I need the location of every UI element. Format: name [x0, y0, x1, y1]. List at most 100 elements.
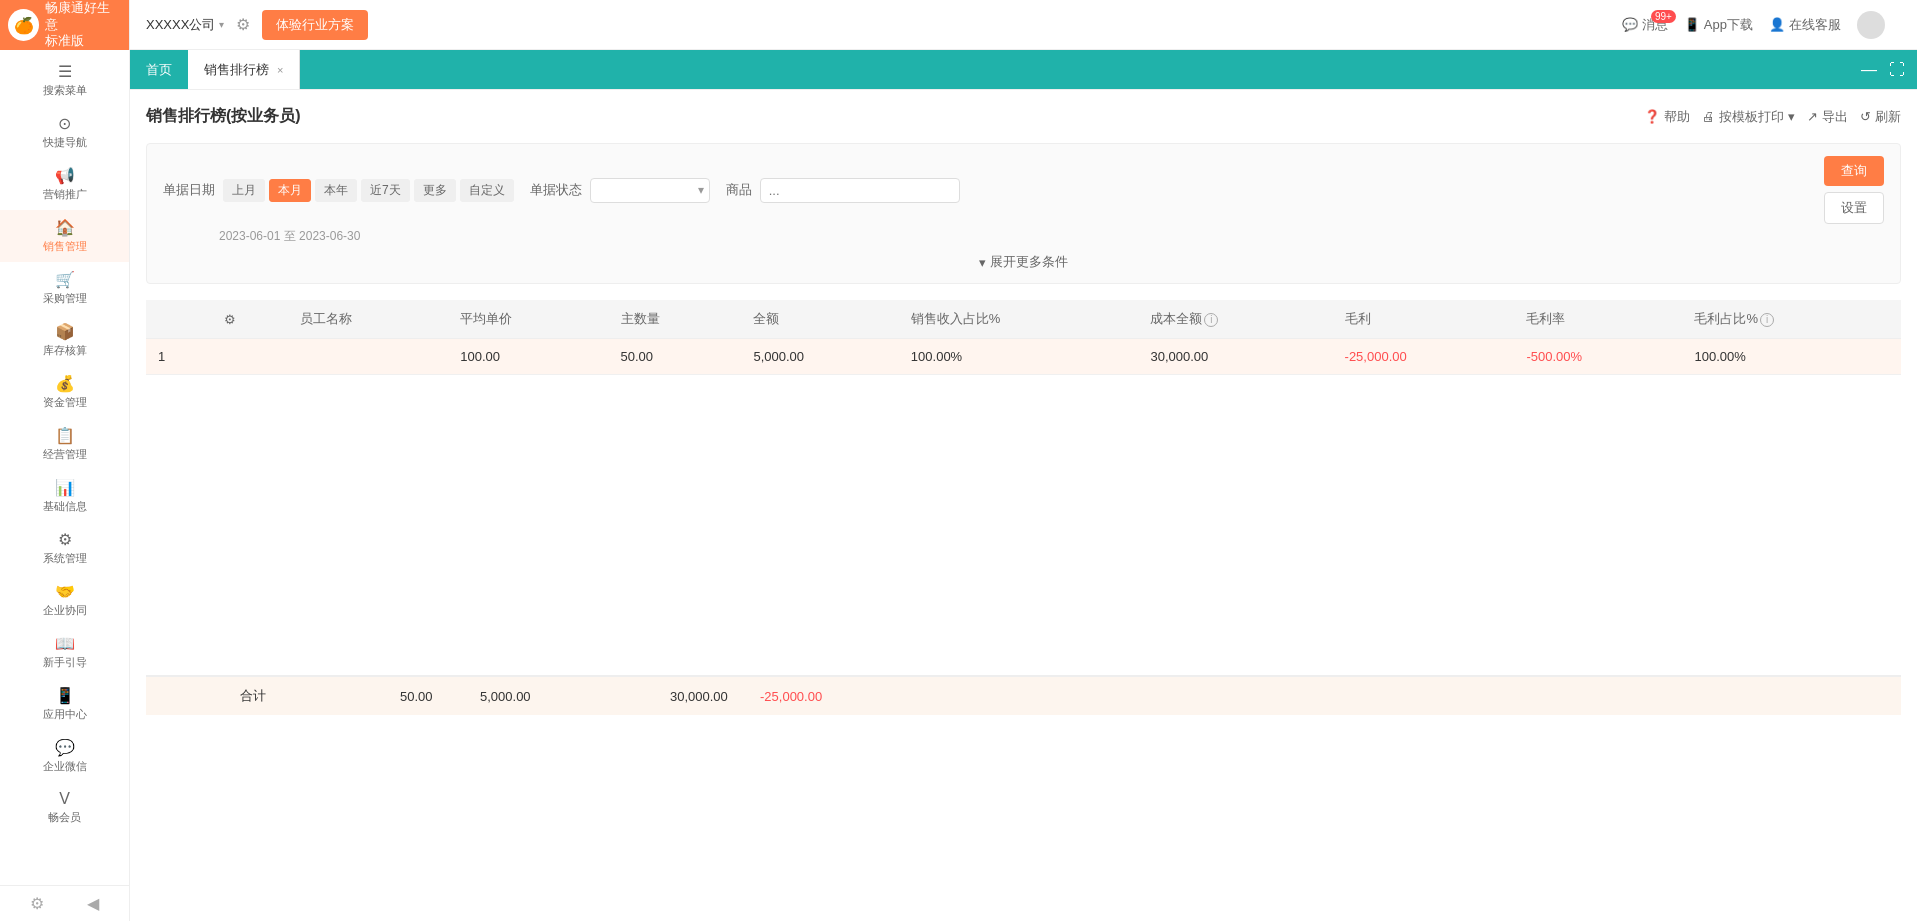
date-option-更多[interactable]: 更多	[414, 179, 456, 202]
date-option-上月[interactable]: 上月	[223, 179, 265, 202]
date-option-自定义[interactable]: 自定义	[460, 179, 514, 202]
print-label: 按模板打印	[1719, 108, 1784, 126]
expand-more-label: 展开更多条件	[990, 253, 1068, 271]
topbar: XXXXX公司 ▾ ⚙ 体验行业方案 💬 消息 99+ 📱 App下载 👤 在线…	[130, 0, 1917, 50]
tab-sales-rank[interactable]: 销售排行榜 ×	[188, 50, 300, 89]
date-option-本年[interactable]: 本年	[315, 179, 357, 202]
sidebar-collapse-icon[interactable]: ◀	[87, 894, 99, 913]
sidebar-label-member: 畅会员	[48, 810, 81, 825]
col-header-settings: ⚙	[212, 300, 288, 339]
help-button[interactable]: ❓ 帮助	[1644, 108, 1690, 126]
main-area: XXXXX公司 ▾ ⚙ 体验行业方案 💬 消息 99+ 📱 App下载 👤 在线…	[130, 0, 1917, 921]
filter-row: 单据日期 上月本月本年近7天更多自定义 单据状态	[163, 156, 1884, 224]
cell-amount: 5,000.00	[741, 339, 898, 375]
status-select[interactable]	[590, 178, 710, 203]
col-settings-icon[interactable]: ⚙	[224, 312, 236, 327]
export-button[interactable]: ↗ 导出	[1807, 108, 1848, 126]
table-body: 1100.0050.005,000.00100.00%30,000.00-25,…	[146, 339, 1901, 375]
print-icon: 🖨	[1702, 109, 1715, 124]
cell-name	[288, 339, 448, 375]
sidebar-item-corp[interactable]: 🤝 企业协同	[0, 574, 129, 626]
col-header-gross: 毛利	[1333, 300, 1515, 339]
date-option-本月[interactable]: 本月	[269, 179, 311, 202]
expand-more-button[interactable]: ▾ 展开更多条件	[979, 253, 1068, 271]
tab-home[interactable]: 首页	[130, 50, 188, 89]
sidebar-item-quicknav[interactable]: ⊙ 快捷导航	[0, 106, 129, 158]
settings-button[interactable]: 设置	[1824, 192, 1884, 224]
sidebar-label-quicknav: 快捷导航	[43, 135, 87, 150]
sidebar-item-base[interactable]: 📊 基础信息	[0, 470, 129, 522]
sidebar: 🍊 畅康通好生意 标准版 ☰ 搜索菜单⊙ 快捷导航📢 营销推广🏠 销售管理🛒 采…	[0, 0, 130, 921]
footer-gross: -25,000.00	[748, 689, 838, 704]
sidebar-label-search: 搜索菜单	[43, 83, 87, 98]
refresh-button[interactable]: ↺ 刷新	[1860, 108, 1901, 126]
sidebar-item-search[interactable]: ☰ 搜索菜单	[0, 54, 129, 106]
export-label: 导出	[1822, 108, 1848, 126]
sidebar-logo: 🍊 畅康通好生意 标准版	[0, 0, 129, 50]
service-icon: 👤	[1769, 17, 1785, 32]
sidebar-icon-inventory: 📦	[55, 322, 75, 341]
sidebar-item-inventory[interactable]: 📦 库存核算	[0, 314, 129, 366]
help-icon: ❓	[1644, 109, 1660, 124]
tabbar: 首页 销售排行榜 × — ⛶	[130, 50, 1917, 90]
filter-area: 单据日期 上月本月本年近7天更多自定义 单据状态	[146, 143, 1901, 284]
sidebar-item-system[interactable]: ⚙ 系统管理	[0, 522, 129, 574]
status-filter-label: 单据状态	[530, 181, 582, 199]
company-name: XXXXX公司	[146, 16, 215, 34]
page-title-row: 销售排行榜(按业务员) ❓ 帮助 🖨 按模板打印 ▾ ↗ 导出	[146, 106, 1901, 127]
query-button[interactable]: 查询	[1824, 156, 1884, 186]
goods-filter-label: 商品	[726, 181, 752, 199]
app-icon: 📱	[1684, 17, 1700, 32]
sidebar-item-wechat[interactable]: 💬 企业微信	[0, 730, 129, 782]
sidebar-settings-icon[interactable]: ⚙	[30, 894, 44, 913]
app-label: App下载	[1704, 16, 1753, 34]
info-icon-cost[interactable]: i	[1204, 313, 1218, 327]
message-icon: 💬	[1622, 17, 1638, 32]
tab-close-icon[interactable]: ×	[277, 64, 283, 76]
tabbar-right: — ⛶	[1861, 61, 1917, 79]
sidebar-icon-corp: 🤝	[55, 582, 75, 601]
topbar-gear-icon[interactable]: ⚙	[236, 15, 250, 34]
trial-button[interactable]: 体验行业方案	[262, 10, 368, 40]
tabbar-minimize-icon[interactable]: —	[1861, 61, 1877, 79]
status-select-wrapper	[590, 178, 710, 203]
tabbar-fullscreen-icon[interactable]: ⛶	[1889, 61, 1905, 79]
sidebar-label-system: 系统管理	[43, 551, 87, 566]
date-option-近7天[interactable]: 近7天	[361, 179, 410, 202]
sidebar-icon-base: 📊	[55, 478, 75, 497]
cell-gross_pct: 100.00%	[1682, 339, 1901, 375]
info-icon-gross_pct[interactable]: i	[1760, 313, 1774, 327]
company-selector[interactable]: XXXXX公司 ▾	[146, 16, 224, 34]
logo-text: 畅康通好生意 标准版	[45, 0, 121, 50]
sidebar-item-finance[interactable]: 💰 资金管理	[0, 366, 129, 418]
print-dropdown-icon: ▾	[1788, 109, 1795, 124]
sidebar-item-purchase[interactable]: 🛒 采购管理	[0, 262, 129, 314]
date-filter-label: 单据日期	[163, 181, 215, 199]
goods-input[interactable]	[760, 178, 960, 203]
date-filter: 单据日期 上月本月本年近7天更多自定义	[163, 179, 514, 202]
sidebar-item-marketing[interactable]: 📢 营销推广	[0, 158, 129, 210]
date-options: 上月本月本年近7天更多自定义	[223, 179, 514, 202]
sidebar-item-guide[interactable]: 📖 新手引导	[0, 626, 129, 678]
cell-sales_pct: 100.00%	[899, 339, 1139, 375]
sidebar-item-apps[interactable]: 📱 应用中心	[0, 678, 129, 730]
user-avatar[interactable]	[1857, 11, 1885, 39]
message-button[interactable]: 💬 消息 99+	[1622, 16, 1668, 34]
service-button[interactable]: 👤 在线客服	[1769, 16, 1841, 34]
print-button[interactable]: 🖨 按模板打印 ▾	[1702, 108, 1795, 126]
table-row[interactable]: 1100.0050.005,000.00100.00%30,000.00-25,…	[146, 339, 1901, 375]
col-header-avg_price: 平均单价	[448, 300, 608, 339]
col-header-qty: 主数量	[609, 300, 742, 339]
company-dropdown-icon: ▾	[219, 19, 224, 30]
cell-rank: 1	[146, 339, 212, 375]
sidebar-item-member[interactable]: V 畅会员	[0, 782, 129, 833]
cell-qty: 50.00	[609, 339, 742, 375]
sidebar-icon-guide: 📖	[55, 634, 75, 653]
app-download-button[interactable]: 📱 App下载	[1684, 16, 1753, 34]
sidebar-item-sales[interactable]: 🏠 销售管理	[0, 210, 129, 262]
sidebar-item-ops[interactable]: 📋 经营管理	[0, 418, 129, 470]
sidebar-icon-quicknav: ⊙	[58, 114, 71, 133]
refresh-label: 刷新	[1875, 108, 1901, 126]
sidebar-label-finance: 资金管理	[43, 395, 87, 410]
sidebar-label-guide: 新手引导	[43, 655, 87, 670]
